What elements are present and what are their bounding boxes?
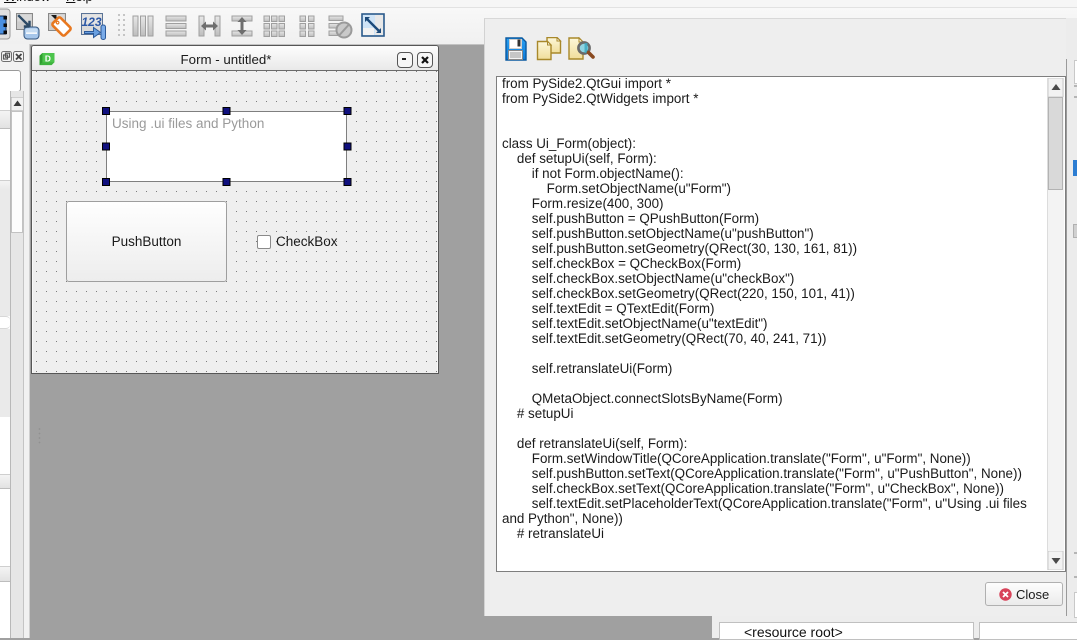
svg-text:D: D (45, 53, 51, 63)
svg-text:123: 123 (81, 15, 101, 29)
